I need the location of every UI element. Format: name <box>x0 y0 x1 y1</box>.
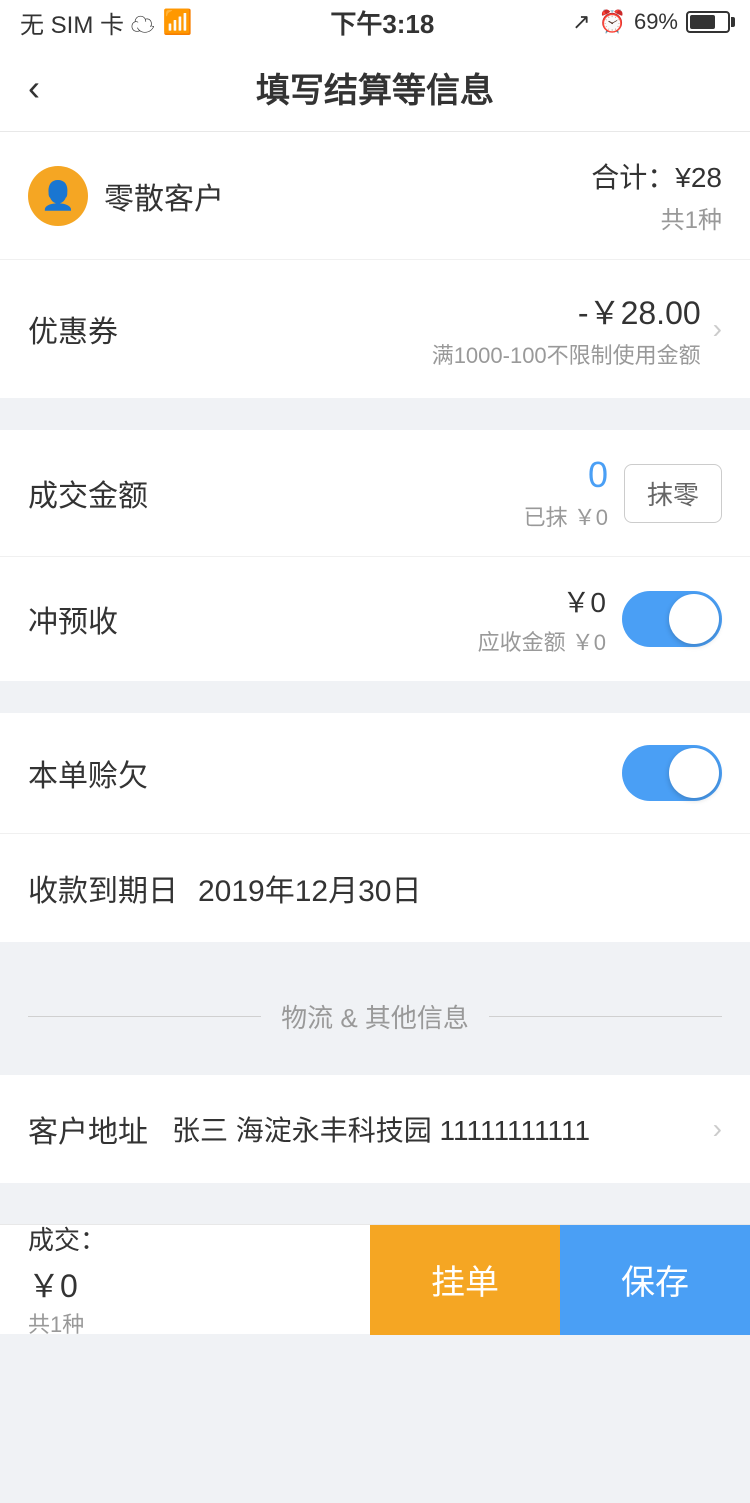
coupon-info: -￥28.00 满1000-100不限制使用金额 <box>432 288 701 370</box>
logistics-label: 物流 & 其他信息 <box>261 998 489 1035</box>
alarm-icon: ⏰ <box>599 9 626 35</box>
prereceive-amounts: ￥0 应收金额 ￥0 <box>478 581 606 657</box>
customer-row: 👤 零散客户 合计：¥28 共1种 <box>0 132 750 259</box>
coupon-right: -￥28.00 满1000-100不限制使用金额 › <box>432 288 722 370</box>
coupon-row[interactable]: 优惠券 -￥28.00 满1000-100不限制使用金额 › <box>0 259 750 398</box>
duedate-label: 收款到期日 <box>28 866 178 910</box>
address-value: 张三 海淀永丰科技园 11111111111 <box>172 1109 713 1149</box>
avatar-icon: 👤 <box>41 179 76 212</box>
location-icon: ↗ <box>572 9 590 35</box>
customer-avatar: 👤 <box>28 166 88 226</box>
save-button[interactable]: 保存 <box>560 1225 750 1335</box>
pending-button[interactable]: 挂单 <box>370 1225 560 1335</box>
wifi-icon: 📶 <box>163 8 193 37</box>
section-divider-2 <box>0 697 750 713</box>
logistics-section: 物流 & 其他信息 <box>0 974 750 1059</box>
customer-left: 👤 零散客户 <box>28 166 224 226</box>
status-time: 下午3:18 <box>330 4 434 41</box>
no-sim-text: 无 SIM 卡 ☁ <box>20 5 155 40</box>
duedate-row: 收款到期日 2019年12月30日 <box>0 833 750 942</box>
debit-label: 本单赊欠 <box>28 751 148 795</box>
bottom-deal-value: ￥0 <box>28 1261 78 1307</box>
divider-line-right <box>489 1016 722 1017</box>
bottom-deal-label: 成交： <box>28 1220 342 1257</box>
divider-line-left <box>28 1016 261 1017</box>
logistics-divider-row: 物流 & 其他信息 <box>0 998 750 1035</box>
bottom-deal-amount-row: ￥0 <box>28 1261 342 1307</box>
page-title: 填写结算等信息 <box>256 63 494 112</box>
address-label: 客户地址 <box>28 1107 148 1151</box>
total-count: 共1种 <box>591 200 722 235</box>
total-amount: 合计：¥28 <box>591 156 722 196</box>
prereceive-right: ￥0 应收金额 ￥0 <box>478 581 722 657</box>
prereceive-sub: 应收金额 ￥0 <box>478 625 606 657</box>
prereceive-toggle[interactable] <box>622 591 722 647</box>
deal-amount-label: 成交金额 <box>28 471 148 515</box>
section-divider-1 <box>0 414 750 430</box>
address-chevron-icon: › <box>713 1113 722 1145</box>
prereceive-label: 冲预收 <box>28 597 118 641</box>
bottom-bar: 成交： ￥0 共1种 挂单 保存 <box>0 1224 750 1334</box>
debit-toggle-knob <box>669 748 719 798</box>
coupon-amount: -￥28.00 <box>432 288 701 334</box>
battery-percent: 69% <box>634 9 678 35</box>
customer-card: 👤 零散客户 合计：¥28 共1种 优惠券 -￥28.00 满1000-100不… <box>0 132 750 398</box>
nav-bar: ‹ 填写结算等信息 <box>0 44 750 132</box>
back-button[interactable]: ‹ <box>28 67 40 109</box>
deal-amount-value-block: 0 已抹 ￥0 <box>524 454 608 532</box>
deal-amount-sub: 已抹 ￥0 <box>524 500 608 532</box>
coupon-desc: 满1000-100不限制使用金额 <box>432 338 701 370</box>
deal-amount-row: 成交金额 0 已抹 ￥0 抹零 <box>0 430 750 557</box>
section-divider-3 <box>0 958 750 974</box>
prereceive-row: 冲预收 ￥0 应收金额 ￥0 <box>0 557 750 681</box>
status-left: 无 SIM 卡 ☁ 📶 <box>20 5 193 40</box>
status-right: ↗ ⏰ 69% <box>572 9 730 35</box>
bottom-left: 成交： ￥0 共1种 <box>0 1220 370 1339</box>
prereceive-amount: ￥0 <box>478 581 606 621</box>
deal-amount-card: 成交金额 0 已抹 ￥0 抹零 冲预收 ￥0 应收金额 ￥0 <box>0 430 750 681</box>
toggle-knob <box>669 594 719 644</box>
customer-name: 零散客户 <box>104 174 224 218</box>
duedate-value: 2019年12月30日 <box>198 866 421 910</box>
round-button[interactable]: 抹零 <box>624 464 722 523</box>
debit-toggle[interactable] <box>622 745 722 801</box>
chevron-right-icon: › <box>713 313 722 345</box>
coupon-label: 优惠券 <box>28 307 118 351</box>
deal-amount-value: 0 <box>524 454 608 496</box>
debit-row: 本单赊欠 <box>0 713 750 833</box>
address-row[interactable]: 客户地址 张三 海淀永丰科技园 11111111111 › <box>0 1075 750 1183</box>
deal-amount-right: 0 已抹 ￥0 抹零 <box>524 454 722 532</box>
battery-icon <box>686 11 730 33</box>
customer-total: 合计：¥28 共1种 <box>591 156 722 235</box>
status-bar: 无 SIM 卡 ☁ 📶 下午3:18 ↗ ⏰ 69% <box>0 0 750 44</box>
debit-card: 本单赊欠 收款到期日 2019年12月30日 <box>0 713 750 942</box>
